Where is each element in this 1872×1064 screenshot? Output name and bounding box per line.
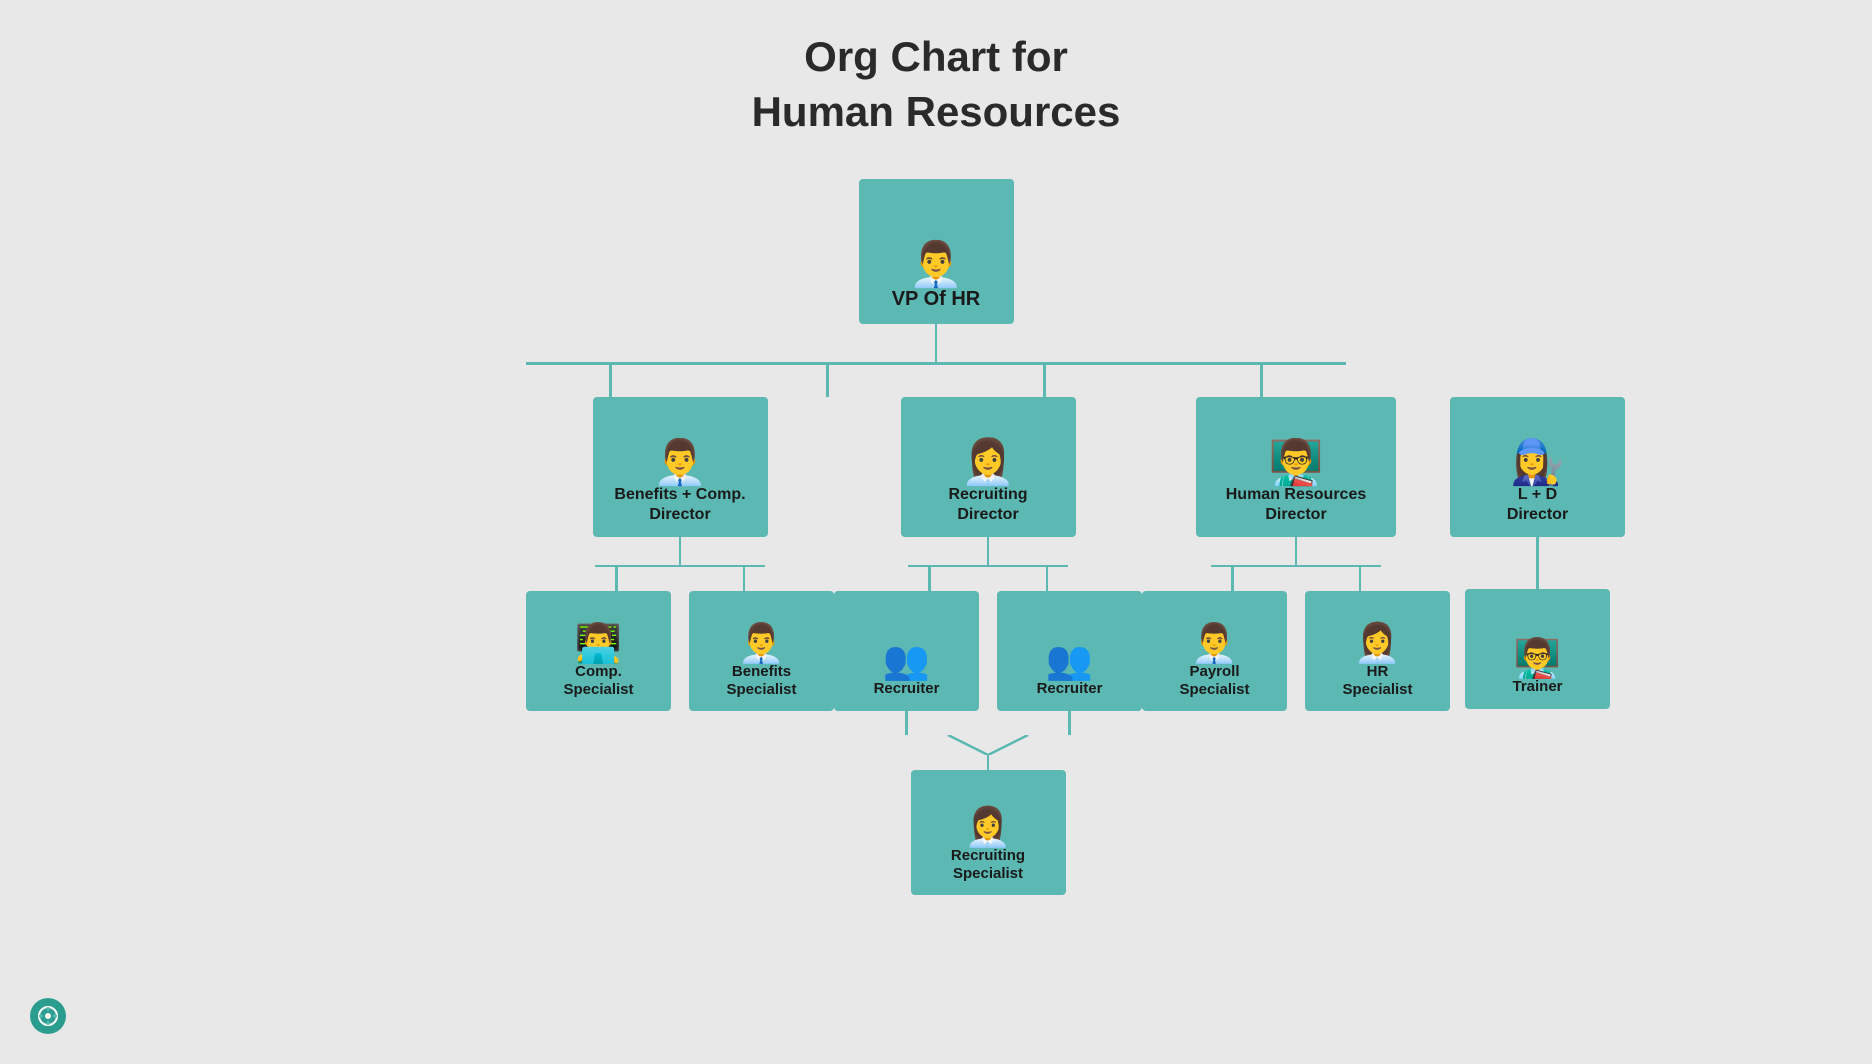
- page-title: Org Chart for Human Resources: [752, 30, 1121, 139]
- payroll-spec-icon: 👨‍💼: [1191, 625, 1238, 663]
- recruiting-spec-icon: 👩‍💼: [964, 809, 1011, 847]
- benefits-comp-label: Benefits + Comp.Director: [614, 485, 745, 525]
- hr-spec-label: HRSpecialist: [1342, 663, 1412, 699]
- vp-connector-v: [935, 324, 938, 362]
- hr-specialists: 👨‍💼 PayrollSpecialist 👩‍💼 HRSpecialist: [1142, 591, 1450, 711]
- payroll-spec-label: PayrollSpecialist: [1179, 663, 1249, 699]
- recruiting-col: 👩‍💼 RecruitingDirector: [834, 397, 1142, 896]
- recruiter1-label: Recruiter: [874, 680, 940, 699]
- recruiter1-node: 👥 Recruiter: [834, 591, 979, 711]
- payroll-spec-node: 👨‍💼 PayrollSpecialist: [1142, 591, 1287, 711]
- benefits-comp-col: 👨‍💼 Benefits + Comp.Director: [526, 397, 834, 896]
- recruiter2-node: 👥 Recruiter: [997, 591, 1142, 711]
- hr-dir-node: 👨‍🏫 Human ResourcesDirector: [1196, 397, 1396, 537]
- trainer-label: Trainer: [1512, 678, 1562, 697]
- rec-merge-svg: [908, 735, 1068, 755]
- drop4: [1260, 365, 1263, 397]
- recruiter1-icon: 👥: [883, 642, 930, 680]
- benefits-spec-icon: 👨‍💼: [738, 625, 785, 663]
- recruiting-spec-node: 👩‍💼 RecruitingSpecialist: [911, 770, 1066, 895]
- recruiter2-icon: 👥: [1046, 642, 1093, 680]
- hr-dir-label: Human ResourcesDirector: [1226, 485, 1367, 525]
- vp-label: VP Of HR: [892, 287, 981, 312]
- hr-dir-icon: 👨‍🏫: [1269, 441, 1324, 485]
- hr-spec-node: 👩‍💼 HRSpecialist: [1305, 591, 1450, 711]
- recruiter-row: 👥 Recruiter 👥 Recruiter: [834, 591, 1142, 735]
- vp-node: 👨‍💼 VP Of HR: [859, 179, 1014, 324]
- comp-spec-node: 👨‍💻 Comp.Specialist: [526, 591, 671, 711]
- hr-spec-icon: 👩‍💼: [1354, 625, 1401, 663]
- recruiting-dir-icon: 👩‍💼: [961, 441, 1016, 485]
- trainer-node: 👨‍🏫 Trainer: [1465, 589, 1610, 709]
- org-chart: 👨‍💼 VP Of HR: [526, 179, 1346, 895]
- ld-dir-label: L + DDirector: [1507, 485, 1568, 525]
- drop3: [1043, 365, 1046, 397]
- directors-row: 👨‍💼 Benefits + Comp.Director: [486, 397, 1386, 896]
- benefits-spec-node: 👨‍💼 BenefitsSpecialist: [689, 591, 834, 711]
- corner-svg: [37, 1005, 59, 1027]
- recruiting-dir-node: 👩‍💼 RecruitingDirector: [901, 397, 1076, 537]
- hr-col: 👨‍🏫 Human ResourcesDirector: [1142, 397, 1450, 896]
- benefits-comp-icon: 👨‍💼: [653, 441, 708, 485]
- ld-col: 👩‍🔧 L + DDirector 👨‍🏫 Trainer: [1450, 397, 1625, 896]
- comp-spec-icon: 👨‍💻: [575, 625, 622, 663]
- ld-dir-node: 👩‍🔧 L + DDirector: [1450, 397, 1625, 537]
- comp-spec-label: Comp.Specialist: [563, 663, 633, 699]
- benefits-comp-node: 👨‍💼 Benefits + Comp.Director: [593, 397, 768, 537]
- drop1: [609, 365, 612, 397]
- recruiting-spec-label: RecruitingSpecialist: [951, 847, 1025, 883]
- bc-specialists: 👨‍💻 Comp.Specialist 👨‍💼 BenefitsSpeciali…: [526, 591, 834, 711]
- ld-dir-icon: 👩‍🔧: [1510, 441, 1565, 485]
- recruiting-dir-label: RecruitingDirector: [948, 485, 1027, 525]
- trainer-icon: 👨‍🏫: [1514, 640, 1561, 678]
- corner-icon: [30, 998, 66, 1034]
- bc-connector-v: [679, 537, 682, 565]
- recruiter2-label: Recruiter: [1037, 680, 1103, 699]
- vp-icon: 👨‍💼: [909, 243, 964, 287]
- benefits-spec-label: BenefitsSpecialist: [726, 663, 796, 699]
- drop2: [826, 365, 829, 397]
